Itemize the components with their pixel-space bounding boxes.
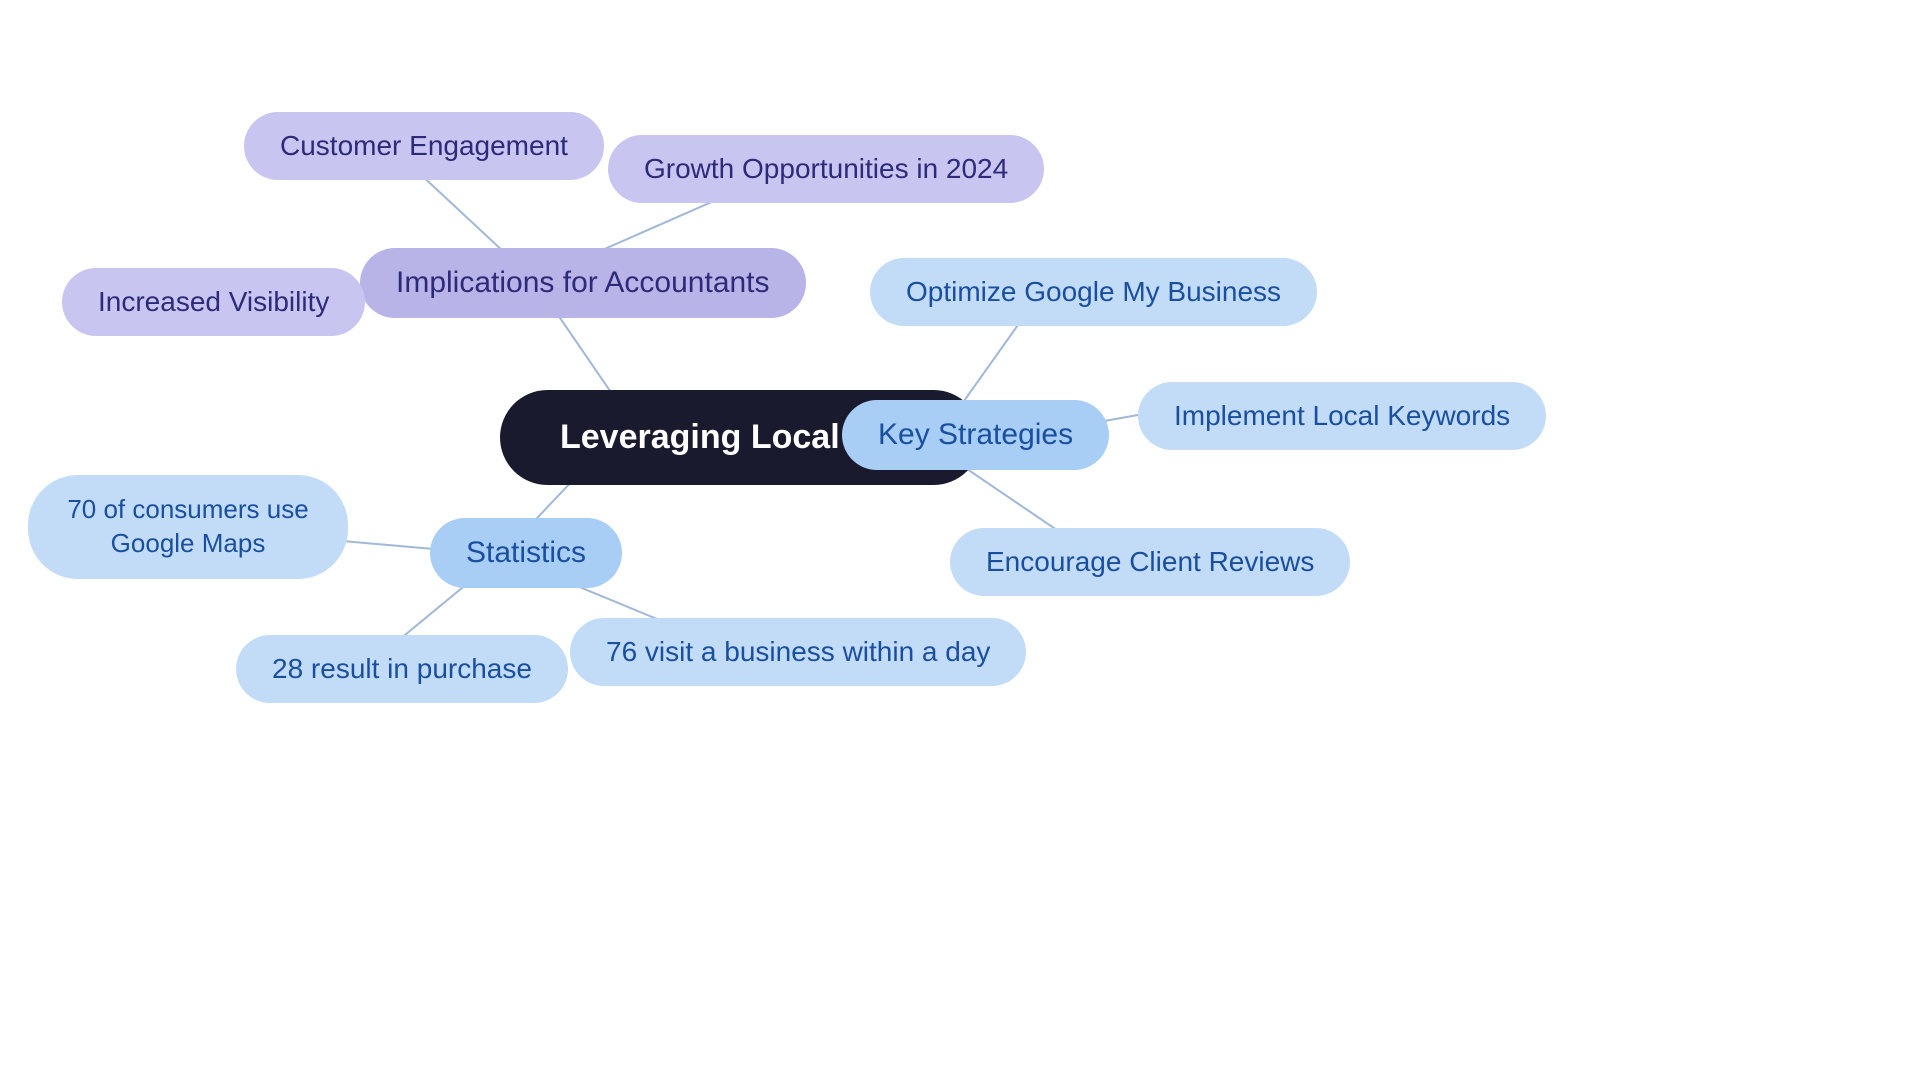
increased-visibility-node: Increased Visibility: [62, 268, 365, 336]
google-maps-node: 70 of consumers use Google Maps: [28, 475, 348, 579]
implement-keywords-node: Implement Local Keywords: [1138, 382, 1546, 450]
visit-business-node: 76 visit a business within a day: [570, 618, 1026, 686]
customer-engagement-node: Customer Engagement: [244, 112, 604, 180]
statistics-node: Statistics: [430, 518, 622, 588]
growth-opportunities-node: Growth Opportunities in 2024: [608, 135, 1044, 203]
encourage-reviews-node: Encourage Client Reviews: [950, 528, 1350, 596]
implications-node: Implications for Accountants: [360, 248, 806, 318]
optimize-google-node: Optimize Google My Business: [870, 258, 1317, 326]
key-strategies-node: Key Strategies: [842, 400, 1109, 470]
purchase-node: 28 result in purchase: [236, 635, 568, 703]
